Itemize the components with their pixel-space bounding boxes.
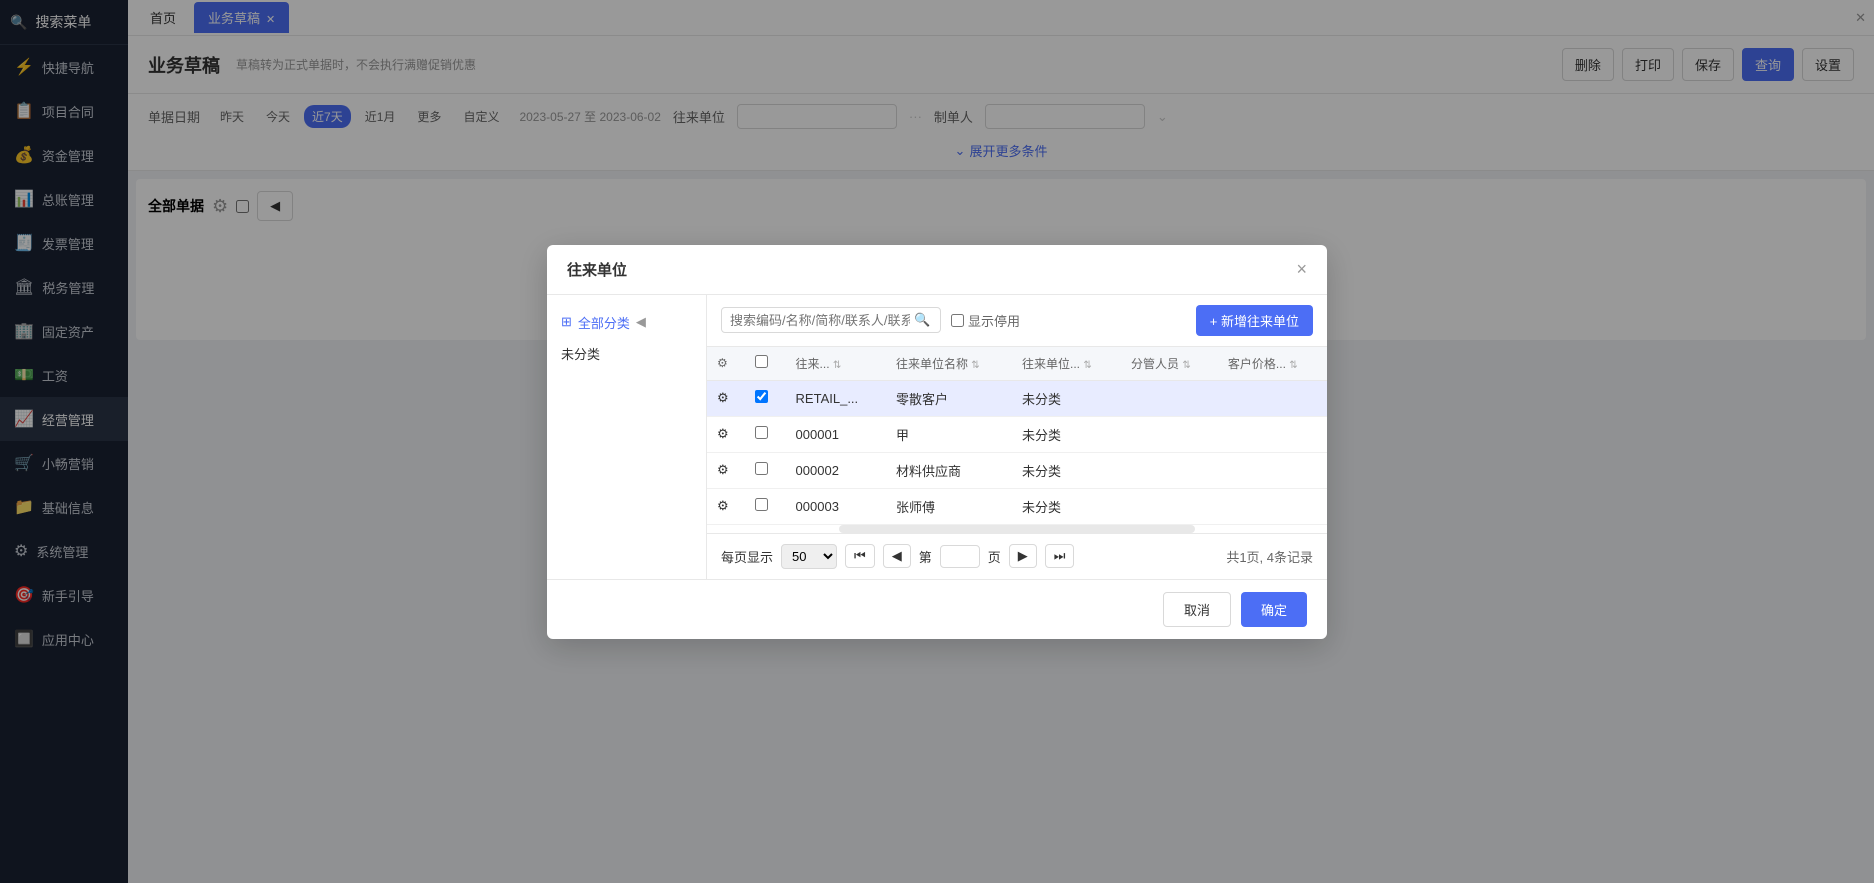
row-check-1[interactable]	[745, 380, 785, 416]
page-label-prefix: 第	[919, 547, 932, 566]
next-page-button[interactable]: ▶	[1009, 544, 1037, 568]
per-page-select[interactable]: 50 100	[781, 544, 837, 569]
table-settings-icon[interactable]: ⚙	[717, 356, 728, 370]
dialog-title: 往来单位	[567, 259, 627, 280]
col-header-checkbox	[745, 347, 785, 381]
search-icon: 🔍	[914, 312, 930, 328]
col-header-code: 往来... ⇅	[786, 347, 886, 381]
settings-icon: ⚙	[717, 462, 729, 477]
table-row[interactable]: ⚙ 000003 张师傅 未分类	[707, 488, 1327, 524]
last-page-button[interactable]: ⏭	[1045, 544, 1075, 568]
row-name-4: 张师傅	[886, 488, 1012, 524]
row-category-4: 未分类	[1012, 488, 1121, 524]
grid-icon: ⊞	[561, 314, 572, 330]
row-check-2[interactable]	[745, 416, 785, 452]
dialog-body: ⊞ 全部分类 ◀ 未分类 🔍 显示停	[547, 295, 1327, 579]
row-price-3	[1218, 452, 1327, 488]
row-price-2	[1218, 416, 1327, 452]
table-row[interactable]: ⚙ 000002 材料供应商 未分类	[707, 452, 1327, 488]
row-price-1	[1218, 380, 1327, 416]
dialog-table: ⚙ 往来... ⇅往来单位名称 ⇅往来单位... ⇅分管人员 ⇅客户价格... ⇅…	[707, 347, 1327, 525]
search-input[interactable]	[730, 313, 910, 328]
row-name-2: 甲	[886, 416, 1012, 452]
col-header-settings: ⚙	[707, 347, 745, 381]
col-header-person: 分管人员 ⇅	[1121, 347, 1218, 381]
row-settings-2[interactable]: ⚙	[707, 416, 745, 452]
settings-icon: ⚙	[717, 390, 729, 405]
row-person-3	[1121, 452, 1218, 488]
page-label: 页	[988, 547, 1001, 566]
dialog-overlay: 往来单位 × ⊞ 全部分类 ◀ 未分类	[0, 0, 1874, 883]
col-header-category: 往来单位... ⇅	[1012, 347, 1121, 381]
category-unclassified[interactable]: 未分类	[547, 338, 706, 369]
row-name-1: 零散客户	[886, 380, 1012, 416]
table-row[interactable]: ⚙ 000001 甲 未分类	[707, 416, 1327, 452]
page-input[interactable]: 1	[940, 545, 980, 568]
row-price-4	[1218, 488, 1327, 524]
scrollbar[interactable]	[707, 525, 1327, 533]
dialog-toolbar: 🔍 显示停用 + 新增往来单位	[707, 295, 1327, 347]
row-name-3: 材料供应商	[886, 452, 1012, 488]
settings-icon: ⚙	[717, 498, 729, 513]
settings-icon: ⚙	[717, 426, 729, 441]
row-check-3[interactable]	[745, 452, 785, 488]
show-disabled-checkbox[interactable]	[951, 314, 964, 327]
dialog-actions: 取消 确定	[547, 579, 1327, 639]
table-select-all[interactable]	[755, 355, 768, 368]
row-code-3: 000002	[786, 452, 886, 488]
dialog-header: 往来单位 ×	[547, 245, 1327, 295]
total-info: 共1页, 4条记录	[1226, 547, 1313, 566]
row-settings-4[interactable]: ⚙	[707, 488, 745, 524]
confirm-button[interactable]: 确定	[1241, 592, 1307, 627]
collapse-icon[interactable]: ◀	[636, 314, 646, 330]
row-settings-3[interactable]: ⚙	[707, 452, 745, 488]
first-page-button[interactable]: ⏮	[845, 544, 875, 568]
dialog-close-button[interactable]: ×	[1296, 259, 1307, 280]
col-header-price: 客户价格... ⇅	[1218, 347, 1327, 381]
row-settings-1[interactable]: ⚙	[707, 380, 745, 416]
row-person-2	[1121, 416, 1218, 452]
row-category-2: 未分类	[1012, 416, 1121, 452]
per-page-label: 每页显示	[721, 547, 773, 566]
prev-page-button[interactable]: ◀	[883, 544, 911, 568]
table-row[interactable]: ⚙ RETAIL_... 零散客户 未分类	[707, 380, 1327, 416]
dialog: 往来单位 × ⊞ 全部分类 ◀ 未分类	[547, 245, 1327, 639]
row-category-3: 未分类	[1012, 452, 1121, 488]
dialog-pagination: 每页显示 50 100 ⏮ ◀ 第 1 页 ▶ ⏭ 共1页, 4条记录	[707, 533, 1327, 579]
category-header-label: 全部分类	[578, 313, 630, 332]
search-box[interactable]: 🔍	[721, 307, 941, 333]
col-header-name: 往来单位名称 ⇅	[886, 347, 1012, 381]
row-person-1	[1121, 380, 1218, 416]
dialog-right-panel: 🔍 显示停用 + 新增往来单位 ⚙ 往来... ⇅往来单位名称 ⇅往来单位... …	[707, 295, 1327, 579]
row-code-4: 000003	[786, 488, 886, 524]
row-code-2: 000001	[786, 416, 886, 452]
add-partner-button[interactable]: + 新增往来单位	[1196, 305, 1313, 336]
cancel-button[interactable]: 取消	[1163, 592, 1231, 627]
row-person-4	[1121, 488, 1218, 524]
category-header[interactable]: ⊞ 全部分类 ◀	[547, 307, 706, 338]
row-code-1: RETAIL_...	[786, 380, 886, 416]
row-check-4[interactable]	[745, 488, 785, 524]
row-category-1: 未分类	[1012, 380, 1121, 416]
show-disabled-label[interactable]: 显示停用	[951, 311, 1020, 330]
dialog-left-panel: ⊞ 全部分类 ◀ 未分类	[547, 295, 707, 579]
